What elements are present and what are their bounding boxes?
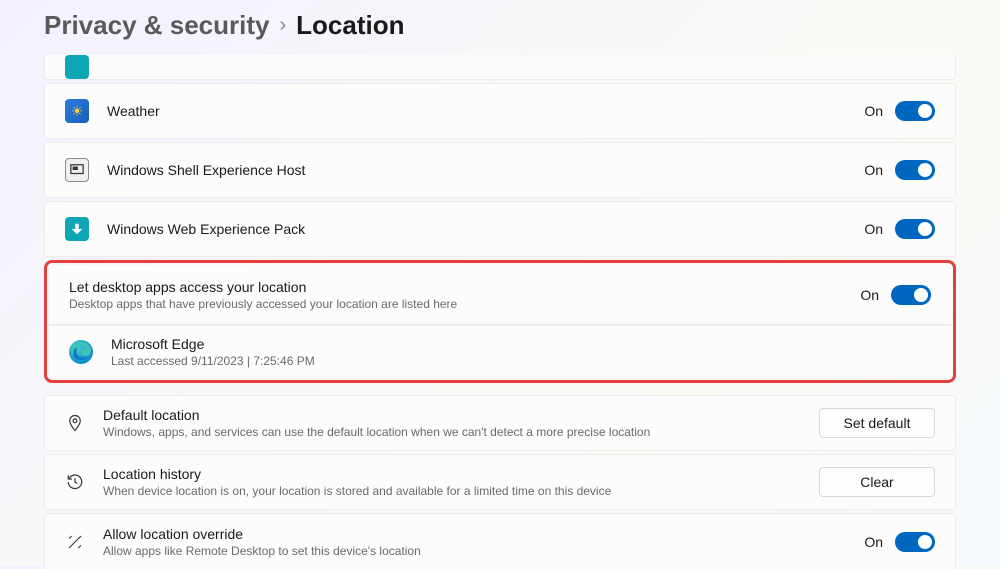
app-row-weather: ☀ Weather On (44, 83, 956, 139)
setting-title: Let desktop apps access your location (69, 279, 860, 295)
default-location-row: Default location Windows, apps, and serv… (44, 395, 956, 451)
toggle-state: On (864, 534, 883, 550)
toggle-switch[interactable] (891, 285, 931, 305)
highlight-desktop-apps: Let desktop apps access your location De… (44, 260, 956, 383)
toggle-state: On (864, 103, 883, 119)
edge-icon (69, 340, 93, 364)
toggle-switch[interactable] (895, 532, 935, 552)
breadcrumb-current: Location (296, 10, 404, 41)
override-icon (65, 532, 85, 552)
setting-title: Default location (103, 407, 819, 423)
toggle-state: On (864, 221, 883, 237)
desktop-apps-header[interactable]: Let desktop apps access your location De… (49, 265, 951, 325)
toggle-state: On (860, 287, 879, 303)
web-pack-icon (65, 217, 89, 241)
location-override-row: Allow location override Allow apps like … (44, 513, 956, 569)
toggle-switch[interactable] (895, 160, 935, 180)
clear-button[interactable]: Clear (819, 467, 935, 497)
chevron-right-icon: › (279, 14, 286, 37)
toggle-switch[interactable] (895, 101, 935, 121)
app-row-web-pack: Windows Web Experience Pack On (44, 201, 956, 257)
desktop-app-edge: Microsoft Edge Last accessed 9/11/2023 |… (49, 325, 951, 378)
setting-title: Location history (103, 466, 819, 482)
set-default-button[interactable]: Set default (819, 408, 935, 438)
setting-title: Allow location override (103, 526, 864, 542)
app-last-accessed: Last accessed 9/11/2023 | 7:25:46 PM (111, 354, 931, 368)
setting-subtitle: When device location is on, your locatio… (103, 484, 819, 498)
map-pin-icon (65, 413, 85, 433)
toggle-switch[interactable] (895, 219, 935, 239)
weather-icon: ☀ (65, 99, 89, 123)
app-icon (65, 55, 89, 79)
breadcrumb: Privacy & security › Location (0, 0, 1000, 55)
app-row-shell-host: Windows Shell Experience Host On (44, 142, 956, 198)
setting-subtitle: Allow apps like Remote Desktop to set th… (103, 544, 864, 558)
app-name: Microsoft Edge (111, 336, 931, 352)
app-name: Weather (107, 103, 864, 119)
toggle-state: On (864, 162, 883, 178)
app-name: Windows Web Experience Pack (107, 221, 864, 237)
history-icon (65, 472, 85, 492)
list-item (44, 55, 956, 80)
app-name: Windows Shell Experience Host (107, 162, 864, 178)
setting-subtitle: Desktop apps that have previously access… (69, 297, 860, 311)
location-history-row: Location history When device location is… (44, 454, 956, 510)
breadcrumb-parent[interactable]: Privacy & security (44, 10, 269, 41)
setting-subtitle: Windows, apps, and services can use the … (103, 425, 819, 439)
shell-icon (65, 158, 89, 182)
